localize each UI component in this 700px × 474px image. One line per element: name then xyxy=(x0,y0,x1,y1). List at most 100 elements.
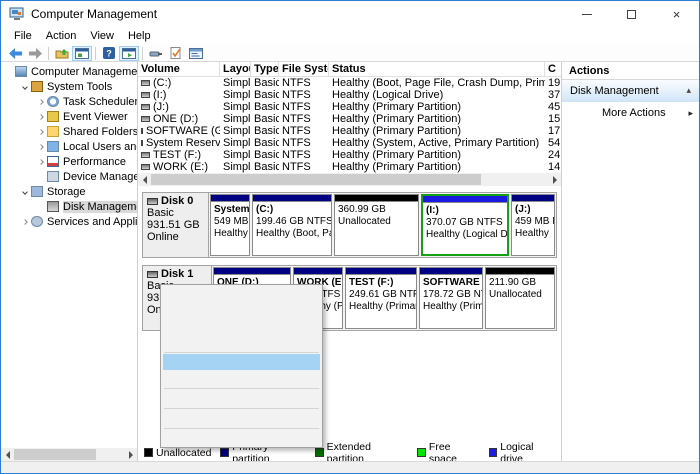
menubar-view[interactable]: View xyxy=(83,28,121,44)
menu-item-new-spanned-volume[interactable] xyxy=(163,286,320,302)
sidebar-item-shared-folders[interactable]: Shared Folders xyxy=(1,124,137,139)
partition-title: TEST (F:) xyxy=(346,277,416,289)
check-document-icon xyxy=(170,47,182,59)
back-button[interactable] xyxy=(5,46,25,61)
close-button[interactable]: × xyxy=(654,1,699,27)
device-tool-icon xyxy=(149,48,163,59)
properties-button[interactable] xyxy=(186,46,206,61)
sidebar-item-local-users-and-groups[interactable]: Local Users and Groups xyxy=(1,139,137,154)
partition-test-f[interactable]: TEST (F:) 249.61 GB NTFS Healthy (Primar xyxy=(345,267,417,329)
expander-icon[interactable] xyxy=(36,145,46,149)
show-action-pane-button[interactable] xyxy=(119,46,139,61)
sidebar-item-task-scheduler[interactable]: Task Scheduler xyxy=(1,94,137,109)
partition-size: 549 MB NTFS xyxy=(211,216,249,228)
partition-j[interactable]: (J:) 459 MB N Healthy xyxy=(511,194,555,256)
sidebar-item-computer-management-local[interactable]: Computer Management (Local xyxy=(1,64,137,79)
menu-item-help[interactable] xyxy=(163,430,320,446)
partition-size: 178.72 GB NTFS xyxy=(420,289,482,301)
volume-row[interactable]: TEST (F:) Simple Basic NTFS Healthy (Pri… xyxy=(138,149,561,161)
partition-unallocated[interactable]: 360.99 GB Unallocated xyxy=(334,194,419,256)
partition-c[interactable]: (C:) 199.46 GB NTFS Healthy (Boot, Page xyxy=(252,194,332,256)
sidebar-item-performance[interactable]: Performance xyxy=(1,154,137,169)
menu-item-properties[interactable] xyxy=(163,410,320,426)
expander-icon[interactable] xyxy=(20,85,30,89)
up-folder-button[interactable] xyxy=(52,46,72,61)
legend-label: Extended partition xyxy=(327,441,409,462)
type-cell: Basic xyxy=(251,149,279,161)
sidebar-item-device-manager[interactable]: Device Manager xyxy=(1,169,137,184)
show-console-tree-button[interactable] xyxy=(72,46,92,61)
partition-unallocated[interactable]: 211.90 GB Unallocated xyxy=(485,267,555,329)
partition-status: Unallocated xyxy=(335,216,418,228)
column-header-fs[interactable]: File System xyxy=(279,62,329,76)
menubar-action[interactable]: Action xyxy=(39,28,84,44)
sidebar-item-storage[interactable]: Storage xyxy=(1,184,137,199)
menu-item-new-raid-5-volume[interactable] xyxy=(163,334,320,350)
column-header-layout[interactable]: Layout xyxy=(220,62,251,76)
partition-color-strip xyxy=(211,195,249,202)
sidebar-item-disk-management[interactable]: Disk Management xyxy=(1,199,137,214)
expander-icon[interactable] xyxy=(20,220,30,224)
volume-row[interactable]: (C:) Simple Basic NTFS Healthy (Boot, Pa… xyxy=(138,77,561,89)
volume-row[interactable]: (I:) Simple Basic NTFS Healthy (Logical … xyxy=(138,89,561,101)
forward-button[interactable] xyxy=(25,46,45,61)
title-bar[interactable]: Computer Management × xyxy=(1,1,699,27)
volume-icon xyxy=(141,116,150,122)
more-actions-item[interactable]: More Actions ▸ xyxy=(562,102,699,124)
sidebar-item-event-viewer[interactable]: Event Viewer xyxy=(1,109,137,124)
volume-row[interactable]: ONE (D:) Simple Basic NTFS Healthy (Prim… xyxy=(138,113,561,125)
menu-item-new-mirrored-volume[interactable] xyxy=(163,318,320,334)
column-header-volume[interactable]: Volume xyxy=(138,62,220,76)
help-button[interactable]: ? xyxy=(99,46,119,61)
collapse-icon[interactable]: ▴ xyxy=(686,85,691,96)
window-title: Computer Management xyxy=(31,7,157,21)
layout-cell: Simple xyxy=(220,101,251,113)
expander-icon[interactable] xyxy=(36,115,46,119)
capacity-cell: 15 xyxy=(545,113,561,125)
menu-item-convert-to-mbr-disk[interactable] xyxy=(163,370,320,386)
partition-status: Healthy (System xyxy=(211,228,249,240)
expander-icon[interactable] xyxy=(36,160,46,164)
menubar-file[interactable]: File xyxy=(7,28,39,44)
sidebar-item-services-and-applications[interactable]: Services and Applications xyxy=(1,214,137,229)
menu-item-new-striped-volume[interactable] xyxy=(163,302,320,318)
scroll-left-icon[interactable] xyxy=(1,448,14,461)
up-folder-icon xyxy=(55,48,69,59)
column-header-type[interactable]: Type xyxy=(251,62,279,76)
scrollbar-thumb[interactable] xyxy=(151,174,481,185)
column-header-status[interactable]: Status xyxy=(329,62,545,76)
sidebar-item-system-tools[interactable]: System Tools xyxy=(1,79,137,94)
volume-row[interactable]: System Reserved Simple Basic NTFS Health… xyxy=(138,137,561,149)
scroll-right-icon[interactable] xyxy=(548,173,561,186)
computer-management-window: Computer Management × FileActionViewHelp xyxy=(0,0,700,474)
scrollbar-thumb[interactable] xyxy=(14,449,96,460)
minimize-button[interactable] xyxy=(564,1,609,27)
partition-i[interactable]: (I:) 370.07 GB NTFS Healthy (Logical Dr xyxy=(421,194,509,256)
table-horizontal-scrollbar[interactable] xyxy=(138,173,561,186)
performance-icon xyxy=(47,156,59,167)
tree-horizontal-scrollbar[interactable] xyxy=(1,448,137,461)
volume-row[interactable]: SOFTWARE (G:) Simple Basic NTFS Healthy … xyxy=(138,125,561,137)
partition-system-reserved[interactable]: System Reserved 549 MB NTFS Healthy (Sys… xyxy=(210,194,250,256)
actions-section-disk-management[interactable]: Disk Management ▴ xyxy=(562,80,699,102)
expander-icon[interactable] xyxy=(36,100,46,104)
menu-item-offline[interactable] xyxy=(163,390,320,406)
device-tool-button[interactable] xyxy=(146,46,166,61)
menubar-help[interactable]: Help xyxy=(121,28,158,44)
volume-row[interactable]: WORK (E:) Simple Basic NTFS Healthy (Pri… xyxy=(138,161,561,173)
expander-icon[interactable] xyxy=(20,190,30,194)
scroll-left-icon[interactable] xyxy=(138,173,151,186)
partition-software-g[interactable]: SOFTWARE (G:) 178.72 GB NTFS Healthy (Pr… xyxy=(419,267,483,329)
layout-cell: Simple xyxy=(220,113,251,125)
check-document-button[interactable] xyxy=(166,46,186,61)
expander-icon[interactable] xyxy=(36,130,46,134)
volume-row[interactable]: (J:) Simple Basic NTFS Healthy (Primary … xyxy=(138,101,561,113)
maximize-button[interactable] xyxy=(609,1,654,27)
column-header-cap[interactable]: C xyxy=(545,62,561,76)
scroll-right-icon[interactable] xyxy=(124,448,137,461)
type-cell: Basic xyxy=(251,77,279,89)
partition-size: 370.07 GB NTFS xyxy=(423,217,507,229)
layout-cell: Simple xyxy=(220,149,251,161)
disk-label[interactable]: Disk 0 Basic 931.51 GB Online xyxy=(143,193,209,257)
menu-item-convert-to-dynamic-disk[interactable] xyxy=(163,354,320,370)
